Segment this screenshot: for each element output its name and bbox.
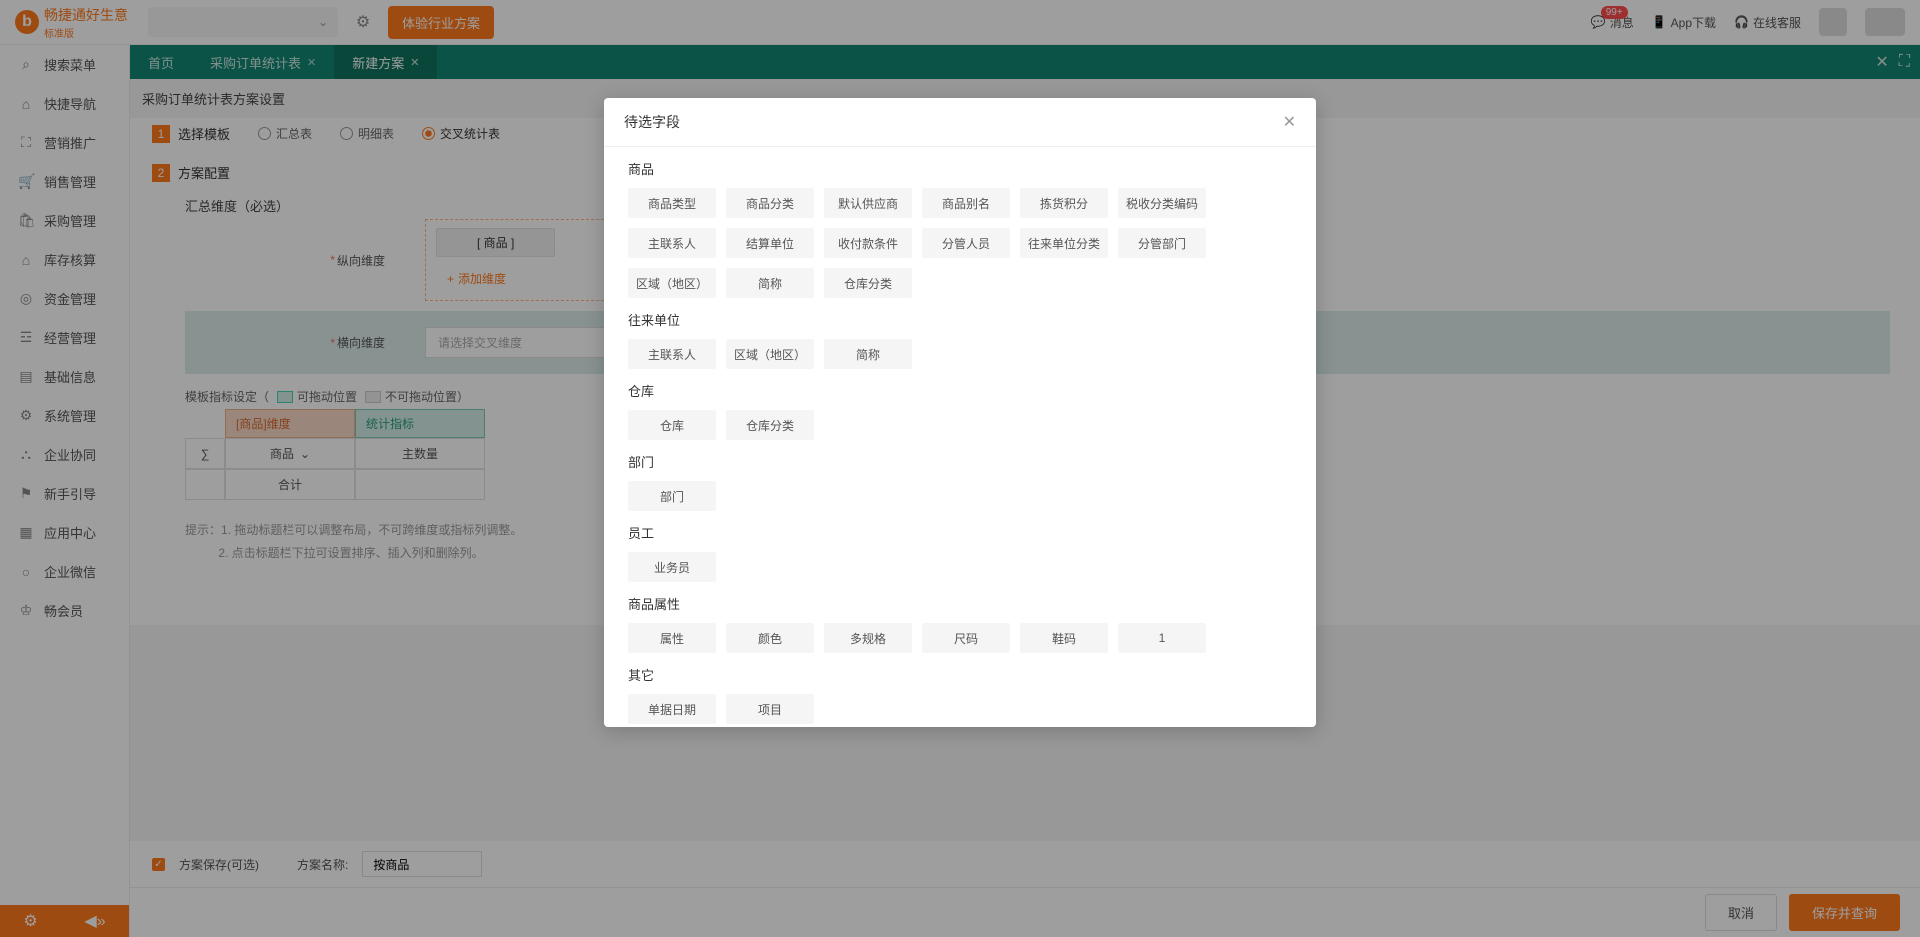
- field-option-3-0[interactable]: 部门: [628, 481, 716, 511]
- field-group-4: 员工业务员: [628, 523, 1292, 582]
- field-option-0-8[interactable]: 收付款条件: [824, 228, 912, 258]
- field-option-5-2[interactable]: 多规格: [824, 623, 912, 653]
- field-group-title: 其它: [628, 665, 1292, 684]
- field-option-0-6[interactable]: 主联系人: [628, 228, 716, 258]
- field-option-2-0[interactable]: 仓库: [628, 410, 716, 440]
- field-group-0: 商品商品类型商品分类默认供应商商品别名拣货积分税收分类编码主联系人结算单位收付款…: [628, 159, 1292, 298]
- field-option-1-1[interactable]: 区域（地区）: [726, 339, 814, 369]
- field-option-5-3[interactable]: 尺码: [922, 623, 1010, 653]
- field-group-5: 商品属性属性颜色多规格尺码鞋码 1: [628, 594, 1292, 653]
- field-option-4-0[interactable]: 业务员: [628, 552, 716, 582]
- field-group-2: 仓库仓库仓库分类: [628, 381, 1292, 440]
- field-option-0-5[interactable]: 税收分类编码: [1118, 188, 1206, 218]
- field-option-0-3[interactable]: 商品别名: [922, 188, 1010, 218]
- modal-title: 待选字段: [624, 112, 680, 132]
- field-option-0-7[interactable]: 结算单位: [726, 228, 814, 258]
- field-option-6-1[interactable]: 项目: [726, 694, 814, 724]
- field-option-0-14[interactable]: 仓库分类: [824, 268, 912, 298]
- modal-close-button[interactable]: ✕: [1283, 112, 1296, 132]
- field-option-0-13[interactable]: 简称: [726, 268, 814, 298]
- field-option-1-2[interactable]: 简称: [824, 339, 912, 369]
- field-group-6: 其它单据日期项目: [628, 665, 1292, 724]
- field-option-5-5[interactable]: 1: [1118, 623, 1206, 653]
- field-option-0-1[interactable]: 商品分类: [726, 188, 814, 218]
- field-group-title: 仓库: [628, 381, 1292, 400]
- field-option-0-9[interactable]: 分管人员: [922, 228, 1010, 258]
- field-group-3: 部门部门: [628, 452, 1292, 511]
- field-option-5-1[interactable]: 颜色: [726, 623, 814, 653]
- field-group-title: 商品属性: [628, 594, 1292, 613]
- field-group-title: 往来单位: [628, 310, 1292, 329]
- field-group-title: 商品: [628, 159, 1292, 178]
- field-option-0-12[interactable]: 区域（地区）: [628, 268, 716, 298]
- field-option-5-4[interactable]: 鞋码: [1020, 623, 1108, 653]
- field-option-1-0[interactable]: 主联系人: [628, 339, 716, 369]
- field-option-0-2[interactable]: 默认供应商: [824, 188, 912, 218]
- field-option-0-10[interactable]: 往来单位分类: [1020, 228, 1108, 258]
- field-picker-modal: 待选字段 ✕ 商品商品类型商品分类默认供应商商品别名拣货积分税收分类编码主联系人…: [604, 98, 1316, 727]
- field-option-5-0[interactable]: 属性: [628, 623, 716, 653]
- field-option-6-0[interactable]: 单据日期: [628, 694, 716, 724]
- field-option-2-1[interactable]: 仓库分类: [726, 410, 814, 440]
- field-group-title: 部门: [628, 452, 1292, 471]
- field-option-0-0[interactable]: 商品类型: [628, 188, 716, 218]
- field-option-0-11[interactable]: 分管部门: [1118, 228, 1206, 258]
- field-option-0-4[interactable]: 拣货积分: [1020, 188, 1108, 218]
- field-group-title: 员工: [628, 523, 1292, 542]
- field-group-1: 往来单位主联系人区域（地区） 简称: [628, 310, 1292, 369]
